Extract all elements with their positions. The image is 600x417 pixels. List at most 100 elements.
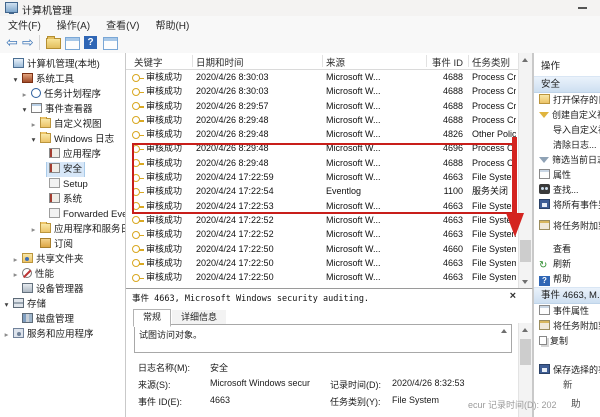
action-item[interactable]: ? 帮助 <box>534 272 600 287</box>
open-folder-icon[interactable] <box>46 36 61 49</box>
tree-item[interactable]: ▾ Windows 日志 <box>0 132 125 147</box>
column-header[interactable]: 事件 ID <box>406 55 463 69</box>
tree-node[interactable]: Windows 日志 <box>38 132 116 147</box>
collapsed-chevron-icon[interactable]: ▸ <box>29 222 38 237</box>
tree-node[interactable]: 设备管理器 <box>20 282 86 297</box>
show-action-pane-icon[interactable] <box>103 37 118 50</box>
tree-node[interactable]: 性能 <box>20 267 56 282</box>
tree-item[interactable]: 系统 <box>0 192 125 207</box>
event-row[interactable]: 审核成功 2020/4/26 8:29:48 Microsoft W... 4826 O… <box>126 127 518 141</box>
tab-general[interactable]: 常规 <box>133 309 172 327</box>
action-item[interactable]: 事件属性 <box>534 304 600 319</box>
console-tree-icon[interactable] <box>65 37 80 50</box>
tree-item[interactable]: 计算机管理(本地) <box>0 57 125 72</box>
event-row[interactable]: 审核成功 2020/4/26 8:29:48 Microsoft W... 4688 P… <box>126 156 518 170</box>
event-row[interactable]: 审核成功 2020/4/26 8:30:03 Microsoft W... 4688 P… <box>126 84 518 98</box>
event-list-scrollbar[interactable] <box>518 53 532 288</box>
scroll-down-icon[interactable] <box>519 275 532 288</box>
tree-node[interactable]: 任务计划程序 <box>29 87 103 102</box>
event-row[interactable]: 审核成功 2020/4/26 8:29:48 Microsoft W... 4696 P… <box>126 141 518 155</box>
action-item[interactable]: 将任务附加到此日志... <box>534 219 600 234</box>
event-row[interactable]: 审核成功 2020/4/24 17:22:50 Microsoft W... 4660… <box>126 242 518 256</box>
event-row[interactable]: 审核成功 2020/4/24 17:22:59 Microsoft W... 4663… <box>126 170 518 184</box>
event-row[interactable]: 审核成功 2020/4/26 8:29:57 Microsoft W... 4688 P… <box>126 99 518 113</box>
details-description-box[interactable]: 试图访问对象。 <box>134 324 512 353</box>
event-row[interactable]: 审核成功 2020/4/24 17:22:50 Microsoft W... 4663… <box>126 270 518 284</box>
tree-item[interactable]: ▾ 事件查看器 <box>0 102 125 117</box>
column-header[interactable]: 关键字 <box>134 55 163 69</box>
tree-node[interactable]: Forwarded Eve <box>47 207 125 222</box>
tree-item[interactable]: ▾ 系统工具 <box>0 72 125 87</box>
tree-node[interactable]: 订阅 <box>38 237 75 252</box>
expanded-chevron-icon[interactable]: ▾ <box>20 102 29 117</box>
tree-item[interactable]: ▸ 任务计划程序 <box>0 87 125 102</box>
tree-item[interactable]: 订阅 <box>0 237 125 252</box>
tree-node[interactable]: 系统 <box>47 192 84 207</box>
expanded-chevron-icon[interactable]: ▾ <box>2 297 11 312</box>
tree-node[interactable]: 磁盘管理 <box>20 312 76 327</box>
collapsed-chevron-icon[interactable]: ▸ <box>29 117 38 132</box>
scroll-up-icon[interactable] <box>519 53 532 66</box>
event-row[interactable]: 审核成功 2020/4/24 17:22:54 Eventlog 1100 服务关闭 <box>126 184 518 198</box>
collapsed-chevron-icon[interactable]: ▸ <box>2 327 11 342</box>
tree-node[interactable]: 应用程序 <box>47 147 103 162</box>
tree-item[interactable]: ▸ 共享文件夹 <box>0 252 125 267</box>
column-header[interactable]: 来源 <box>326 55 345 69</box>
tree-node[interactable]: 安全 <box>45 162 86 177</box>
tree-node[interactable]: 服务和应用程序 <box>11 327 96 342</box>
action-item[interactable]: ↻ 刷新 <box>534 257 600 272</box>
tree-node[interactable]: 自定义视图 <box>38 117 104 132</box>
column-header[interactable]: 任务类别 <box>472 55 510 69</box>
forward-arrow-icon[interactable]: ⇨ <box>22 33 34 51</box>
tree-node[interactable]: 计算机管理(本地) <box>11 57 102 72</box>
tree-node[interactable]: Setup <box>47 177 90 192</box>
tree-node[interactable]: 存储 <box>11 297 48 312</box>
action-item[interactable]: 属性 <box>534 168 600 183</box>
action-item[interactable]: 打开保存的日志... <box>534 93 600 108</box>
minimize-button[interactable] <box>578 7 587 9</box>
back-arrow-icon[interactable]: ⇦ <box>6 33 18 51</box>
column-header[interactable]: 日期和时间 <box>196 55 244 69</box>
details-scroll-up-icon[interactable] <box>519 323 532 336</box>
event-row[interactable]: 审核成功 2020/4/24 17:22:53 Microsoft W... 4663… <box>126 199 518 213</box>
action-item[interactable]: 将所有事件另存为... <box>534 198 600 213</box>
inner-scroll-up-icon[interactable] <box>501 329 507 333</box>
event-row[interactable]: 审核成功 2020/4/24 17:22:52 Microsoft W... 4663… <box>126 213 518 227</box>
action-item[interactable]: 清除日志... <box>534 138 600 153</box>
tree-node[interactable]: 系统工具 <box>20 72 76 87</box>
collapsed-chevron-icon[interactable]: ▸ <box>11 252 20 267</box>
tree-item[interactable]: ▾ 存储 <box>0 297 125 312</box>
tree-node[interactable]: 共享文件夹 <box>20 252 86 267</box>
action-item[interactable]: 复制 <box>534 334 600 349</box>
action-item[interactable]: 导入自定义视图... <box>534 123 600 138</box>
action-item[interactable]: 将任务附加到此事件... <box>534 319 600 334</box>
action-item[interactable]: 查看 <box>534 242 600 257</box>
tree-item[interactable]: 设备管理器 <box>0 282 125 297</box>
tree-item[interactable]: ▸ 应用程序和服务日志 <box>0 222 125 237</box>
tree-item[interactable]: ▸ 性能 <box>0 267 125 282</box>
tree-node[interactable]: 应用程序和服务日志 <box>38 222 125 237</box>
help-icon[interactable]: ? <box>84 36 97 49</box>
tree-item[interactable]: 安全 <box>0 162 125 177</box>
collapsed-chevron-icon[interactable]: ▸ <box>20 87 29 102</box>
action-item[interactable]: 创建自定义视图... <box>534 108 600 123</box>
actions-section-header[interactable]: 安全 <box>534 76 600 93</box>
action-item[interactable]: 查找... <box>534 183 600 198</box>
action-item[interactable]: 保存选择的事件... <box>534 363 600 378</box>
tree-item[interactable]: Setup <box>0 177 125 192</box>
tree-node[interactable]: 事件查看器 <box>29 102 95 117</box>
event-row[interactable]: 审核成功 2020/4/24 17:22:50 Microsoft W... 4663… <box>126 256 518 270</box>
event-row[interactable]: 审核成功 2020/4/26 8:30:03 Microsoft W... 4688 P… <box>126 70 518 84</box>
details-scroll-thumb[interactable] <box>520 339 531 365</box>
close-icon[interactable]: × <box>510 290 516 302</box>
expanded-chevron-icon[interactable]: ▾ <box>29 132 38 147</box>
tree-item[interactable]: 应用程序 <box>0 147 125 162</box>
expanded-chevron-icon[interactable]: ▾ <box>11 72 20 87</box>
scroll-thumb[interactable] <box>520 240 531 262</box>
tree-item[interactable]: Forwarded Eve <box>0 207 125 222</box>
tree-item[interactable]: 磁盘管理 <box>0 312 125 327</box>
collapsed-chevron-icon[interactable]: ▸ <box>11 267 20 282</box>
tab-details[interactable]: 详细信息 <box>172 310 227 325</box>
action-item[interactable]: 筛选当前日志... <box>534 153 600 168</box>
tree-item[interactable]: ▸ 自定义视图 <box>0 117 125 132</box>
